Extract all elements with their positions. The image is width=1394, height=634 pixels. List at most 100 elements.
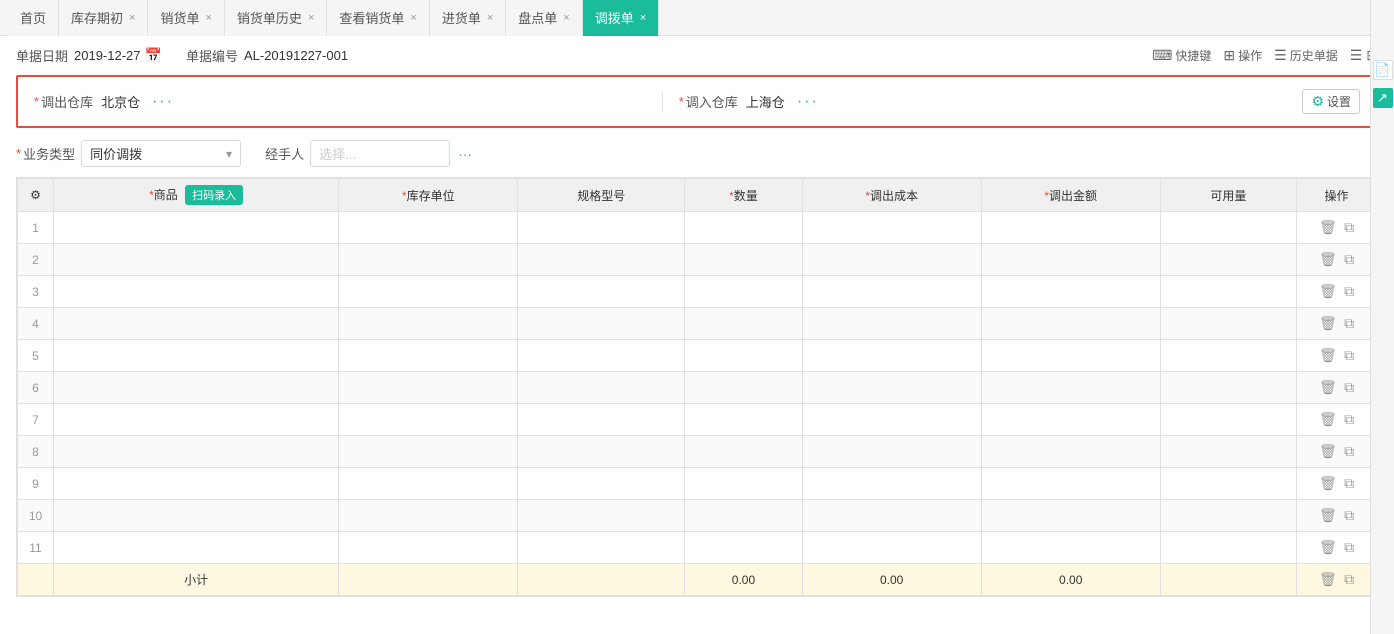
cell-amount[interactable]	[981, 532, 1160, 564]
cell-spec[interactable]	[518, 500, 685, 532]
delete-icon[interactable]: 🗑	[1319, 507, 1337, 523]
cell-unit[interactable]	[339, 340, 518, 372]
copy-icon[interactable]: ⧉	[1344, 475, 1354, 491]
cell-spec[interactable]	[518, 436, 685, 468]
cell-amount[interactable]	[981, 468, 1160, 500]
cell-qty[interactable]	[685, 276, 802, 308]
cell-spec[interactable]	[518, 532, 685, 564]
tab-close-view-sales[interactable]: ×	[410, 12, 416, 24]
cell-qty[interactable]	[685, 372, 802, 404]
cell-product[interactable]	[54, 404, 339, 436]
cell-unit[interactable]	[339, 532, 518, 564]
cell-product[interactable]	[54, 276, 339, 308]
in-warehouse-more[interactable]: ···	[797, 93, 819, 111]
cell-amount[interactable]	[981, 308, 1160, 340]
copy-icon[interactable]: ⧉	[1344, 379, 1354, 395]
delete-icon[interactable]: 🗑	[1319, 251, 1337, 267]
tab-close-purchase[interactable]: ×	[487, 12, 493, 24]
cell-unit[interactable]	[339, 308, 518, 340]
cell-qty[interactable]	[685, 212, 802, 244]
tab-view-sales[interactable]: 查看销货单 ×	[327, 0, 429, 36]
tab-purchase[interactable]: 进货单 ×	[430, 0, 506, 36]
person-more[interactable]: ···	[458, 146, 472, 162]
cell-cost[interactable]	[802, 372, 981, 404]
delete-icon[interactable]: 🗑	[1319, 219, 1337, 235]
cell-qty[interactable]	[685, 404, 802, 436]
cell-available[interactable]	[1160, 436, 1296, 468]
cell-product[interactable]	[54, 340, 339, 372]
scan-button[interactable]: 扫码录入	[185, 185, 243, 205]
tab-close-inventory-init[interactable]: ×	[129, 12, 135, 24]
cell-qty[interactable]	[685, 532, 802, 564]
cell-available[interactable]	[1160, 340, 1296, 372]
cell-unit[interactable]	[339, 212, 518, 244]
copy-icon[interactable]: ⧉	[1344, 507, 1354, 523]
cell-qty[interactable]	[685, 500, 802, 532]
cell-available[interactable]	[1160, 308, 1296, 340]
operations-btn[interactable]: ⊞ 操作	[1223, 47, 1262, 64]
cell-product[interactable]	[54, 468, 339, 500]
cell-spec[interactable]	[518, 212, 685, 244]
copy-icon[interactable]: ⧉	[1344, 571, 1354, 587]
cell-cost[interactable]	[802, 244, 981, 276]
cell-product[interactable]	[54, 308, 339, 340]
delete-icon[interactable]: 🗑	[1319, 443, 1337, 459]
cell-cost[interactable]	[802, 532, 981, 564]
cell-amount[interactable]	[981, 244, 1160, 276]
cell-amount[interactable]	[981, 404, 1160, 436]
cell-unit[interactable]	[339, 468, 518, 500]
cell-qty[interactable]	[685, 340, 802, 372]
tab-sales-order[interactable]: 销货单 ×	[148, 0, 224, 36]
settings-button[interactable]: ⚙ 设置	[1302, 89, 1360, 114]
copy-icon[interactable]: ⧉	[1344, 315, 1354, 331]
cell-amount[interactable]	[981, 372, 1160, 404]
cell-spec[interactable]	[518, 404, 685, 436]
tab-close-transfer[interactable]: ×	[640, 12, 646, 24]
copy-icon[interactable]: ⧉	[1344, 411, 1354, 427]
cell-spec[interactable]	[518, 340, 685, 372]
cell-qty[interactable]	[685, 436, 802, 468]
history-btn[interactable]: ☰ 历史单据	[1274, 47, 1338, 64]
cell-unit[interactable]	[339, 404, 518, 436]
delete-icon[interactable]: 🗑	[1319, 315, 1337, 331]
cell-spec[interactable]	[518, 244, 685, 276]
cell-cost[interactable]	[802, 500, 981, 532]
cell-qty[interactable]	[685, 308, 802, 340]
tab-transfer[interactable]: 调拨单 ×	[583, 0, 659, 36]
copy-icon[interactable]: ⧉	[1344, 539, 1354, 555]
cell-cost[interactable]	[802, 436, 981, 468]
cell-available[interactable]	[1160, 532, 1296, 564]
cell-cost[interactable]	[802, 212, 981, 244]
cell-amount[interactable]	[981, 212, 1160, 244]
cell-available[interactable]	[1160, 276, 1296, 308]
cell-cost[interactable]	[802, 308, 981, 340]
cell-amount[interactable]	[981, 436, 1160, 468]
tab-close-inventory-check[interactable]: ×	[563, 12, 569, 24]
cell-amount[interactable]	[981, 340, 1160, 372]
tab-close-sales-history[interactable]: ×	[308, 12, 314, 24]
list-layout-icon[interactable]: ☰	[1350, 47, 1363, 64]
cell-qty[interactable]	[685, 244, 802, 276]
delete-icon[interactable]: 🗑	[1319, 539, 1337, 555]
cell-cost[interactable]	[802, 404, 981, 436]
calendar-icon[interactable]: 📅	[145, 47, 162, 64]
delete-icon[interactable]: 🗑	[1319, 475, 1337, 491]
sidebar-doc-icon[interactable]: 📄	[1373, 60, 1393, 80]
cell-spec[interactable]	[518, 276, 685, 308]
cell-qty[interactable]	[685, 468, 802, 500]
cell-product[interactable]	[54, 436, 339, 468]
delete-icon[interactable]: 🗑	[1319, 411, 1337, 427]
cell-cost[interactable]	[802, 468, 981, 500]
delete-icon[interactable]: 🗑	[1319, 379, 1337, 395]
cell-product[interactable]	[54, 372, 339, 404]
cell-available[interactable]	[1160, 372, 1296, 404]
cell-spec[interactable]	[518, 372, 685, 404]
tab-inventory-check[interactable]: 盘点单 ×	[506, 0, 582, 36]
cell-amount[interactable]	[981, 500, 1160, 532]
delete-icon[interactable]: 🗑	[1319, 347, 1337, 363]
cell-available[interactable]	[1160, 500, 1296, 532]
delete-icon[interactable]: 🗑	[1319, 283, 1337, 299]
cell-spec[interactable]	[518, 468, 685, 500]
shortcuts-btn[interactable]: ⌨ 快捷键	[1152, 47, 1211, 64]
cell-cost[interactable]	[802, 276, 981, 308]
